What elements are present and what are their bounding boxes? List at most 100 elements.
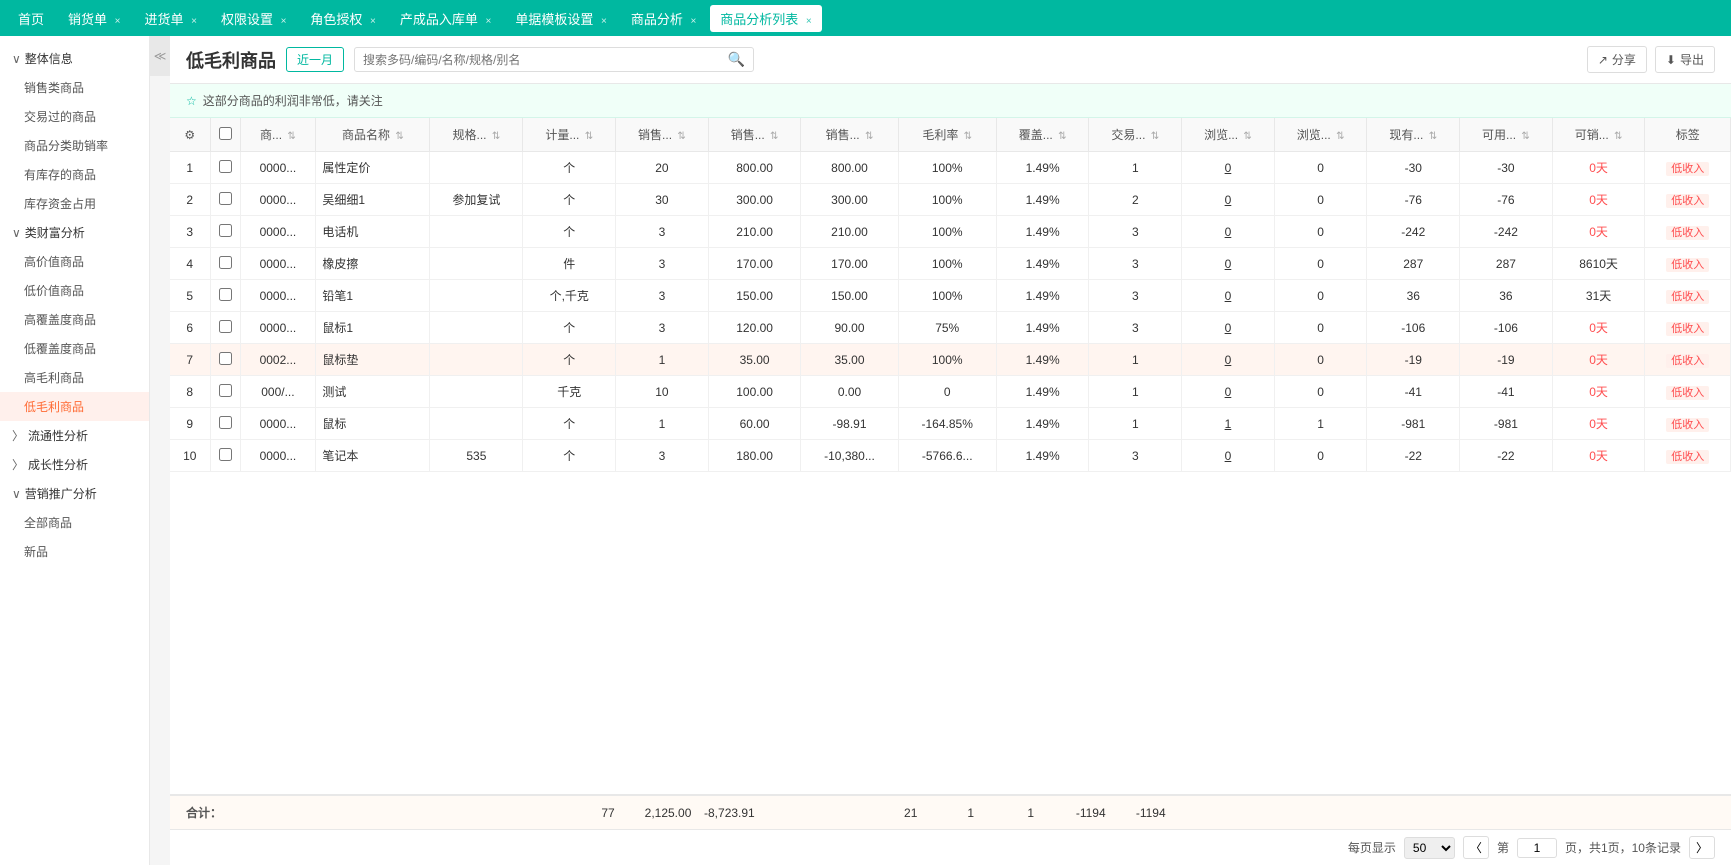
close-icon[interactable]: ×	[601, 16, 607, 27]
sidebar-group-title-wealth[interactable]: ∨ 类财富分析	[0, 218, 149, 247]
col-spec: 规格... ⇅	[430, 118, 523, 152]
row-select-checkbox[interactable]	[219, 320, 232, 333]
row-browse1[interactable]: 0	[1182, 216, 1275, 248]
close-icon[interactable]: ×	[115, 16, 121, 27]
close-icon[interactable]: ×	[486, 16, 492, 27]
nav-product-analysis-list[interactable]: 商品分析列表 ×	[710, 5, 821, 32]
row-checkbox[interactable]	[210, 280, 240, 312]
sidebar-group-title-growth[interactable]: 〉 成长性分析	[0, 450, 149, 479]
share-button[interactable]: ↗ 分享	[1587, 46, 1647, 73]
row-browse1[interactable]: 0	[1182, 152, 1275, 184]
row-checkbox[interactable]	[210, 248, 240, 280]
export-button[interactable]: ⬇ 导出	[1655, 46, 1715, 73]
nav-role-auth[interactable]: 角色授权 ×	[300, 5, 385, 32]
row-gross: 75%	[898, 312, 996, 344]
sidebar-item-high-coverage[interactable]: 高覆盖度商品	[0, 305, 149, 334]
close-icon[interactable]: ×	[370, 16, 376, 27]
row-name: 鼠标1	[316, 312, 430, 344]
row-browse1[interactable]: 0	[1182, 440, 1275, 472]
row-checkbox[interactable]	[210, 184, 240, 216]
footer-browse2: 1	[1001, 806, 1061, 820]
sidebar-item-all-goods[interactable]: 全部商品	[0, 508, 149, 537]
select-all-checkbox[interactable]	[219, 127, 232, 140]
row-sales1: 30	[616, 184, 709, 216]
browse-link[interactable]: 0	[1225, 321, 1232, 335]
search-icon[interactable]: 🔍	[728, 51, 745, 68]
sidebar-item-stocked-goods[interactable]: 有库存的商品	[0, 160, 149, 189]
browse-link[interactable]: 0	[1225, 353, 1232, 367]
row-index: 1	[170, 152, 210, 184]
next-page-button[interactable]: 〉	[1689, 836, 1715, 859]
row-gross: 100%	[898, 344, 996, 376]
sidebar-item-new-goods[interactable]: 新品	[0, 537, 149, 566]
row-select-checkbox[interactable]	[219, 160, 232, 173]
browse-link[interactable]: 0	[1225, 225, 1232, 239]
close-icon[interactable]: ×	[690, 16, 696, 27]
close-icon[interactable]: ×	[806, 16, 812, 27]
row-browse1[interactable]: 0	[1182, 248, 1275, 280]
row-select-checkbox[interactable]	[219, 448, 232, 461]
row-checkbox[interactable]	[210, 312, 240, 344]
sidebar-item-category-sales-rate[interactable]: 商品分类助销率	[0, 131, 149, 160]
row-select-checkbox[interactable]	[219, 288, 232, 301]
row-browse1[interactable]: 0	[1182, 280, 1275, 312]
browse-link[interactable]: 0	[1225, 385, 1232, 399]
alert-banner: ☆ 这部分商品的利润非常低，请关注	[170, 84, 1731, 118]
close-icon[interactable]: ×	[281, 16, 287, 27]
browse-link[interactable]: 0	[1225, 161, 1232, 175]
browse-link[interactable]: 0	[1225, 193, 1232, 207]
row-select-checkbox[interactable]	[219, 384, 232, 397]
prev-page-button[interactable]: 〈	[1463, 836, 1489, 859]
nav-sales-order[interactable]: 销货单 ×	[58, 5, 130, 32]
row-select-checkbox[interactable]	[219, 256, 232, 269]
sidebar-group-title-marketing[interactable]: ∨ 营销推广分析	[0, 479, 149, 508]
sidebar-item-capital-usage[interactable]: 库存资金占用	[0, 189, 149, 218]
browse-link[interactable]: 1	[1225, 417, 1232, 431]
sidebar-collapse-button[interactable]: ≪	[150, 36, 170, 76]
row-checkbox[interactable]	[210, 440, 240, 472]
row-select-checkbox[interactable]	[219, 192, 232, 205]
export-icon: ⬇	[1666, 53, 1676, 67]
nav-product-inbound[interactable]: 产成品入库单 ×	[390, 5, 501, 32]
row-select-checkbox[interactable]	[219, 416, 232, 429]
browse-link[interactable]: 0	[1225, 257, 1232, 271]
row-select-checkbox[interactable]	[219, 352, 232, 365]
nav-home[interactable]: 首页	[8, 5, 54, 32]
sidebar-item-low-coverage[interactable]: 低覆盖度商品	[0, 334, 149, 363]
nav-permissions[interactable]: 权限设置 ×	[211, 5, 296, 32]
search-input[interactable]	[363, 53, 728, 67]
sidebar-item-low-value[interactable]: 低价值商品	[0, 276, 149, 305]
row-browse1[interactable]: 0	[1182, 376, 1275, 408]
sidebar-item-low-margin[interactable]: 低毛利商品	[0, 392, 149, 421]
browse-link[interactable]: 0	[1225, 449, 1232, 463]
row-select-checkbox[interactable]	[219, 224, 232, 237]
sidebar-item-high-margin[interactable]: 高毛利商品	[0, 363, 149, 392]
footer-stock2: -1194	[1121, 806, 1181, 820]
col-settings[interactable]: ⚙	[170, 118, 210, 152]
row-checkbox[interactable]	[210, 376, 240, 408]
row-browse1[interactable]: 0	[1182, 184, 1275, 216]
row-checkbox[interactable]	[210, 216, 240, 248]
nav-product-analysis[interactable]: 商品分析 ×	[621, 5, 706, 32]
row-browse1[interactable]: 0	[1182, 312, 1275, 344]
sidebar-item-traded-goods[interactable]: 交易过的商品	[0, 102, 149, 131]
sidebar-group-title-overview[interactable]: ∨ 整体信息	[0, 44, 149, 73]
per-page-select[interactable]: 50 100 200	[1404, 837, 1455, 859]
sidebar-item-sales-goods[interactable]: 销售类商品	[0, 73, 149, 102]
nav-purchase-order[interactable]: 进货单 ×	[134, 5, 206, 32]
nav-template-settings[interactable]: 单据模板设置 ×	[505, 5, 616, 32]
col-name: 商品名称 ⇅	[316, 118, 430, 152]
row-sales1: 1	[616, 344, 709, 376]
close-icon[interactable]: ×	[191, 16, 197, 27]
row-checkbox[interactable]	[210, 344, 240, 376]
row-browse1[interactable]: 0	[1182, 344, 1275, 376]
row-browse1[interactable]: 1	[1182, 408, 1275, 440]
row-checkbox[interactable]	[210, 152, 240, 184]
row-checkbox[interactable]	[210, 408, 240, 440]
sidebar-group-title-liquidity[interactable]: 〉 流通性分析	[0, 421, 149, 450]
sidebar-item-high-value[interactable]: 高价值商品	[0, 247, 149, 276]
page-number-input[interactable]	[1517, 838, 1557, 858]
date-filter-button[interactable]: 近一月	[286, 47, 344, 72]
browse-link[interactable]: 0	[1225, 289, 1232, 303]
row-transaction: 3	[1089, 216, 1182, 248]
